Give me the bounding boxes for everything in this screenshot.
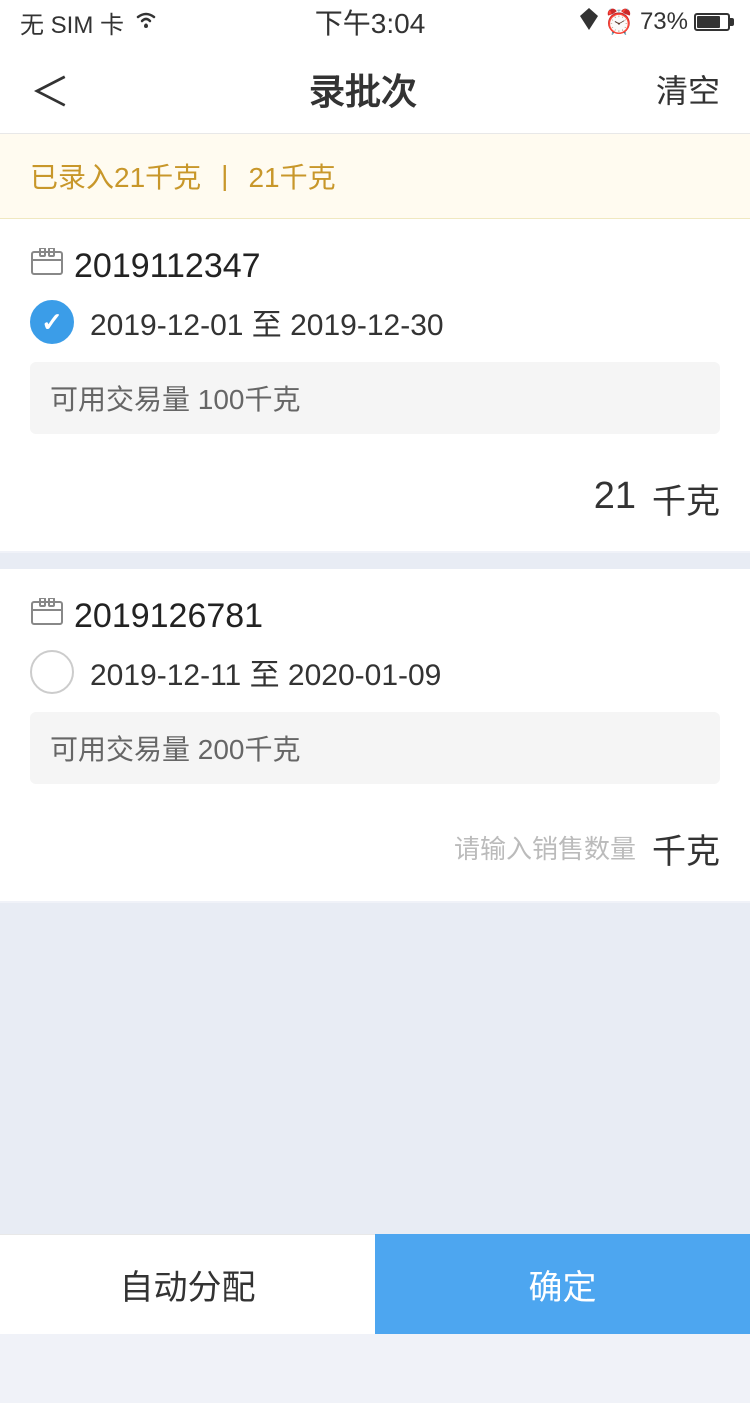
amount-input-2[interactable] [376, 825, 636, 872]
batch-id-2: 2019126781 [74, 597, 263, 636]
bottom-buttons: 自动分配 确定 [0, 1234, 750, 1334]
status-bar: 无 SIM 卡 下午3:04 ⏰ 73% [0, 0, 750, 44]
batch-header-1: 2019112347 [30, 247, 720, 286]
nav-bar: ＜ 录批次 清空 [0, 44, 750, 134]
carrier-label: 无 SIM 卡 [20, 5, 124, 40]
radio-btn-1[interactable] [30, 300, 74, 344]
amount-row-2: 千克 [0, 808, 750, 901]
amount-unit-1: 千克 [652, 474, 720, 523]
batch-date-2: 2019-12-11 至 2020-01-09 [90, 650, 441, 694]
summary-bar: 已录入21千克 | 21千克 [0, 134, 750, 219]
wifi-icon [132, 8, 160, 36]
amount-input-1[interactable] [376, 475, 636, 522]
section-separator [0, 553, 750, 569]
location-icon [580, 8, 598, 37]
page-title: 录批次 [309, 63, 417, 115]
amount-unit-2: 千克 [652, 824, 720, 873]
batch-available-2: 可用交易量 200千克 [30, 712, 720, 784]
input-line-wrap-1 [376, 475, 636, 522]
batch-id-1: 2019112347 [74, 247, 261, 286]
batch-icon-1 [30, 248, 64, 286]
alarm-icon: ⏰ [604, 8, 634, 37]
batch-icon-2 [30, 598, 64, 636]
batch-item-2: 2019126781 2019-12-11 至 2020-01-09 可用交易量… [0, 569, 750, 901]
auto-distribute-button[interactable]: 自动分配 [0, 1234, 375, 1334]
battery-icon [694, 13, 730, 31]
batch-available-1: 可用交易量 100千克 [30, 362, 720, 434]
status-left: 无 SIM 卡 [20, 5, 160, 40]
amount-row-1: 千克 [0, 458, 750, 551]
page-content: 已录入21千克 | 21千克 2019112347 2019-12-01 至 [0, 134, 750, 1403]
summary-divider: | [221, 160, 228, 192]
status-right: ⏰ 73% [580, 8, 730, 37]
back-button[interactable]: ＜ [30, 60, 70, 118]
input-line-wrap-2 [376, 825, 636, 872]
batch-header-2: 2019126781 [30, 597, 720, 636]
clear-button[interactable]: 清空 [656, 66, 720, 112]
battery-percent: 73% [640, 8, 688, 36]
batch-date-row-2: 2019-12-11 至 2020-01-09 [30, 650, 720, 694]
summary-total: 21千克 [248, 156, 335, 196]
confirm-button[interactable]: 确定 [375, 1234, 750, 1334]
radio-btn-2[interactable] [30, 650, 74, 694]
batch-item-1: 2019112347 2019-12-01 至 2019-12-30 可用交易量… [0, 219, 750, 551]
status-time: 下午3:04 [315, 2, 426, 42]
recorded-label: 已录入21千克 [30, 156, 201, 196]
batch-date-1: 2019-12-01 至 2019-12-30 [90, 300, 444, 344]
batch-date-row-1: 2019-12-01 至 2019-12-30 [30, 300, 720, 344]
